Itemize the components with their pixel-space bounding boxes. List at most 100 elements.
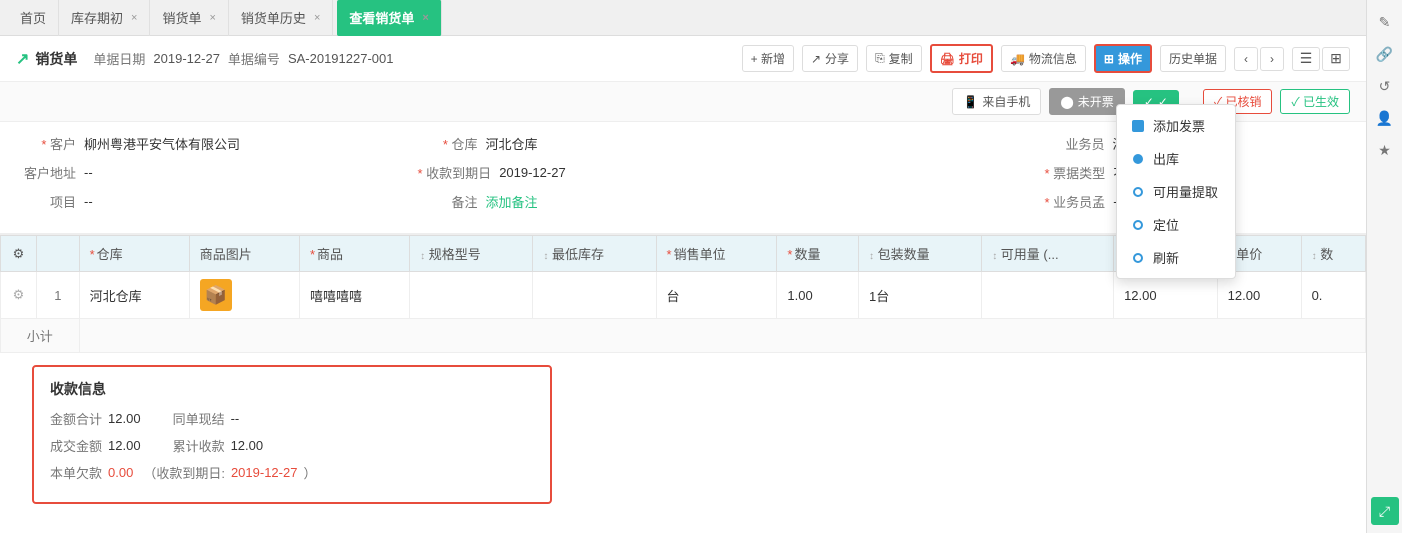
- deal-amount-label: 成交金额: [50, 436, 102, 455]
- payment-section-wrapper: 收款信息 金额合计 12.00 同单现结 -- 成交金额 12.00: [0, 353, 1366, 532]
- row-available: [982, 272, 1114, 319]
- col-img-header: 商品图片: [189, 236, 299, 272]
- nav-arrows: ‹ ›: [1234, 47, 1284, 71]
- row-spec: [410, 272, 533, 319]
- payment-date-group: 收款到期日 2019-12-27: [418, 163, 724, 182]
- truck-icon: 🚚: [1010, 52, 1025, 66]
- sidebar-expand-icon[interactable]: ⤢: [1371, 497, 1399, 525]
- tab-view-sales[interactable]: 查看销货单 ×: [337, 0, 441, 36]
- note-group: 备注 添加备注: [418, 192, 724, 211]
- ticket-icon: ⬤: [1060, 95, 1073, 109]
- menu-refresh[interactable]: 刷新: [1117, 241, 1235, 274]
- copy-btn[interactable]: ⎘ 复制: [866, 45, 922, 72]
- tab-inventory-init[interactable]: 库存期初 ×: [59, 0, 150, 36]
- doc-title-text: 销货单: [35, 49, 77, 69]
- tab-bar: 首页 库存期初 × 销货单 × 销货单历史 × 查看销货单 × ×: [0, 0, 1402, 36]
- menu-available-qty[interactable]: 可用量提取: [1117, 175, 1235, 208]
- add-note-btn[interactable]: 添加备注: [486, 192, 606, 211]
- row-settings[interactable]: ⚙: [1, 272, 37, 319]
- doc-header: ↗ 销货单 单据日期 2019-12-27 单据编号 SA-20191227-0…: [0, 36, 1366, 82]
- num-value: SA-20191227-001: [288, 51, 394, 66]
- close-sales-history[interactable]: ×: [314, 12, 320, 24]
- payment-date-value: 2019-12-27: [499, 165, 619, 180]
- payment-row-3: 本单欠款 0.00 （收款到期日: 2019-12-27 ）: [50, 463, 534, 482]
- doc-meta: 单据日期 2019-12-27 单据编号 SA-20191227-001: [93, 49, 393, 68]
- ops-btn[interactable]: ⊞ 操作: [1094, 44, 1152, 73]
- same-order-item: 同单现结 --: [173, 409, 240, 428]
- address-group: 客户地址 --: [16, 163, 322, 182]
- outbound-icon: [1131, 152, 1145, 166]
- locate-icon: [1131, 218, 1145, 232]
- payment-row-1: 金额合计 12.00 同单现结 --: [50, 409, 534, 428]
- sidebar-user-icon[interactable]: 👤: [1371, 104, 1399, 132]
- not-open-btn[interactable]: ⬤ 未开票: [1049, 88, 1124, 115]
- close-sales-order[interactable]: ×: [209, 12, 215, 24]
- sidebar-link-icon[interactable]: 🔗: [1371, 40, 1399, 68]
- grid-view-btn[interactable]: ⊞: [1322, 47, 1350, 71]
- col-available-header: ↕ 可用量 (...: [982, 236, 1114, 272]
- same-order-value: --: [231, 411, 240, 426]
- col-qty-header: *数量: [777, 236, 859, 272]
- total-item: 金额合计 12.00: [50, 409, 141, 428]
- payment-row-2: 成交金额 12.00 累计收款 12.00: [50, 436, 534, 455]
- menu-locate[interactable]: 定位: [1117, 208, 1235, 241]
- cumulative-item: 累计收款 12.00: [173, 436, 264, 455]
- project-label: 项目: [16, 192, 76, 211]
- from-phone-btn[interactable]: 📱 来自手机: [952, 88, 1041, 115]
- menu-add-invoice[interactable]: 添加发票: [1117, 109, 1235, 142]
- close-inventory-init[interactable]: ×: [131, 12, 137, 24]
- col-amount-header: ↕ 数: [1301, 236, 1365, 272]
- grid-icon: ⊞: [1104, 52, 1114, 66]
- doc-actions: + 新增 ↗ 分享 ⎘ 复制 🖨 打印 🚚 物流信息: [742, 44, 1350, 73]
- row-minstock: [533, 272, 656, 319]
- phone-icon: 📱: [963, 95, 978, 109]
- sidebar-edit-icon[interactable]: ✎: [1371, 8, 1399, 36]
- row-qty: 1.00: [777, 272, 859, 319]
- payment-date-label: 收款到期日: [418, 163, 492, 182]
- prev-btn[interactable]: ‹: [1234, 47, 1258, 71]
- cumulative-label: 累计收款: [173, 436, 225, 455]
- total-label: 金额合计: [50, 409, 102, 428]
- share-btn[interactable]: ↗ 分享: [802, 45, 858, 72]
- history-btn[interactable]: 历史单据: [1160, 45, 1226, 72]
- logistics-btn[interactable]: 🚚 物流信息: [1001, 45, 1086, 72]
- row-img: 📦: [189, 272, 299, 319]
- row-amount: 0.: [1301, 272, 1365, 319]
- balance-item: 本单欠款 0.00 （收款到期日: 2019-12-27 ）: [50, 463, 316, 482]
- col-minstock-header: ↕ 最低库存: [533, 236, 656, 272]
- sidebar-star-icon[interactable]: ★: [1371, 136, 1399, 164]
- copy-icon: ⎘: [875, 51, 885, 66]
- print-btn[interactable]: 🖨 打印: [930, 44, 993, 73]
- col-packqty-header: ↕ 包装数量: [859, 236, 982, 272]
- view-toggle: ☰ ⊞: [1292, 47, 1350, 71]
- effective-status-badge: ✓ 已生效: [1280, 89, 1350, 114]
- tab-home[interactable]: 首页: [8, 0, 59, 36]
- note-label: 备注: [418, 192, 478, 211]
- tab-sales-history[interactable]: 销货单历史 ×: [229, 0, 333, 36]
- available-qty-icon: [1131, 185, 1145, 199]
- row-unit: 台: [656, 272, 777, 319]
- new-btn[interactable]: + 新增: [742, 45, 794, 72]
- customer-label: 客户: [16, 134, 76, 153]
- product-thumbnail: 📦: [200, 279, 232, 311]
- same-order-label: 同单现结: [173, 409, 225, 428]
- tab-sales-order[interactable]: 销货单 ×: [150, 0, 228, 36]
- list-view-btn[interactable]: ☰: [1292, 47, 1320, 71]
- cumulative-value: 12.00: [231, 438, 264, 453]
- balance-date: 2019-12-27: [231, 465, 298, 480]
- warehouse-label: 仓库: [418, 134, 478, 153]
- next-btn[interactable]: ›: [1260, 47, 1284, 71]
- menu-outbound[interactable]: 出库: [1117, 142, 1235, 175]
- col-num-header: [37, 236, 80, 272]
- payment-title: 收款信息: [50, 379, 534, 399]
- row-num: 1: [37, 272, 80, 319]
- col-product-header: *商品: [299, 236, 409, 272]
- col-warehouse-header: *仓库: [79, 236, 189, 272]
- sidebar-refresh-icon[interactable]: ↺: [1371, 72, 1399, 100]
- project-value: --: [84, 194, 204, 209]
- col-unit-header: *销售单位: [656, 236, 777, 272]
- subtotal-label: 小计: [1, 319, 80, 353]
- close-view-sales[interactable]: ×: [422, 12, 428, 24]
- deal-amount-value: 12.00: [108, 438, 141, 453]
- right-sidebar: ✎ 🔗 ↺ 👤 ★ ⤢: [1366, 0, 1402, 533]
